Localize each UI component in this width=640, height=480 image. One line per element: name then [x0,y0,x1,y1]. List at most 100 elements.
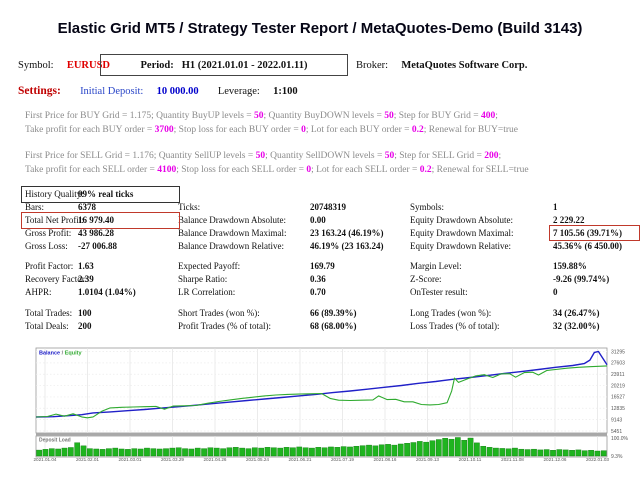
deposit-load-bar [575,449,582,457]
deposit-load-bar [220,448,226,457]
deposit-load-bar [518,448,525,457]
initial-deposit-label: Initial Deposit: [80,86,144,97]
stats-value: -27 006.88 [78,241,117,251]
deposit-load-bar [80,445,87,457]
y-axis-label: 9143 [611,417,622,423]
deposit-load-bar [42,449,49,457]
deposit-load-bar [188,448,195,457]
broker-label: Broker: [356,60,389,71]
deposit-load-bar [512,447,518,457]
stats-label: Bars: [25,202,44,212]
stats-value: 66 (89.39%) [310,308,357,318]
deposit-load-max-label: 100.0% [611,436,629,442]
y-axis-label: 20219 [611,383,625,389]
deposit-load-bar [93,448,100,457]
deposit-load-bar [410,442,417,457]
deposit-load-bar [112,447,119,457]
deposit-load-bar [232,447,239,457]
stats-value: 45.36% (6 450.00) [553,241,622,251]
deposit-load-bar [99,449,106,457]
stats-value: 20748319 [310,202,346,212]
deposit-load-bar [315,447,322,457]
deposit-load-bar [531,448,537,457]
strategy-tester-report: Elastic Grid MT5 / Strategy Tester Repor… [0,0,640,480]
deposit-load-bar [277,447,284,457]
stats-label: Total Deals: [25,321,69,331]
deposit-load-bar [48,448,55,457]
settings-label: Settings: [18,85,61,97]
stats-label: Recovery Factor: [25,274,88,284]
stats-label: Loss Trades (% of total): [410,321,500,331]
deposit-load-bar [296,446,303,457]
settings-row: Settings: Initial Deposit: 10 000.00 Lev… [18,85,298,97]
deposit-load-bar [436,439,442,457]
stats-label: Balance Drawdown Absolute: [178,215,286,225]
deposit-load-bar [226,447,233,457]
x-axis-date-label: 2021.05.24 [246,457,269,462]
y-axis-label: 23911 [611,372,625,378]
broker-row: Broker: MetaQuotes Software Corp. [356,60,527,71]
stats-value: 169.79 [310,261,335,271]
deposit-load-bar [245,448,252,457]
deposit-load-bar [283,447,290,457]
deposit-load-bar [562,449,569,457]
y-axis-label: 27603 [611,361,625,367]
stats-value: 43 986.28 [78,228,114,238]
deposit-load-bar [163,448,169,457]
stats-value: 6378 [78,202,96,212]
deposit-load-bar [524,449,531,457]
report-title: Elastic Grid MT5 / Strategy Tester Repor… [57,20,583,37]
panel-divider [36,433,607,436]
stats-label: Sharpe Ratio: [178,274,228,284]
deposit-load-bar [106,448,112,457]
stats-label: Z-Score: [410,274,442,284]
stats-label: Short Trades (won %): [178,308,260,318]
stats-value: 0.70 [310,287,326,297]
stats-value: 7 105.56 (39.71%) [553,228,622,238]
deposit-load-bar [391,444,398,457]
deposit-load-bar [175,447,182,457]
x-axis-date-label: 2021.12.06 [544,457,567,462]
stats-value: 46.19% (23 163.24) [310,241,384,251]
deposit-load-bar [309,447,315,457]
deposit-load-bar [137,448,144,457]
deposit-load-bar [442,438,448,457]
deposit-load-bar [423,441,429,457]
deposit-load-bar [156,448,163,457]
broker-value: MetaQuotes Software Corp. [401,60,528,71]
y-axis-label: 31295 [611,349,625,355]
stats-value: 23 163.24 (46.19%) [310,228,384,238]
stats-label: Equity Drawdown Absolute: [410,215,513,225]
deposit-load-bar [480,445,487,457]
x-axis-date-label: 2021.06.21 [289,457,312,462]
deposit-load-bar [144,447,150,457]
deposit-load-bar [416,441,423,457]
stats-value: -9.26 (99.74%) [553,274,610,284]
stats-value: 100 [78,308,92,318]
deposit-load-bar [258,447,264,457]
stats-value: 16 979.40 [78,215,114,225]
stats-label: OnTester result: [410,287,468,297]
stats-value: 159.88% [553,261,587,271]
x-axis-date-label: 2021.01.04 [34,457,57,462]
settings-line: First Price for SELL Grid = 1.176; Quant… [25,151,502,161]
deposit-load-bar [366,444,372,457]
period-box: Period: H1 (2021.01.01 - 2022.01.11) [100,54,348,76]
stats-value: 32 (32.00%) [553,321,600,331]
deposit-load-bar [378,444,385,457]
y-axis-label: 5451 [611,429,622,435]
deposit-load-bar [271,447,277,457]
deposit-load-bar [347,446,353,457]
symbol-label: Symbol: [18,60,54,71]
x-axis-date-label: 2021.09.13 [416,457,439,462]
stats-label: Ticks: [178,202,201,212]
stats-label: History Quality: [25,189,84,199]
sell-grid-settings: First Price for SELL Grid = 1.176; Quant… [25,149,529,177]
stats-value: 0.36 [310,274,326,284]
deposit-load-bar [404,443,410,457]
x-axis-date-label: 2021.11.08 [501,457,524,462]
deposit-load-bar [169,447,176,457]
main-chart-panel [35,347,608,434]
leverage-value: 1:100 [273,86,298,97]
deposit-load-bar [429,440,436,457]
